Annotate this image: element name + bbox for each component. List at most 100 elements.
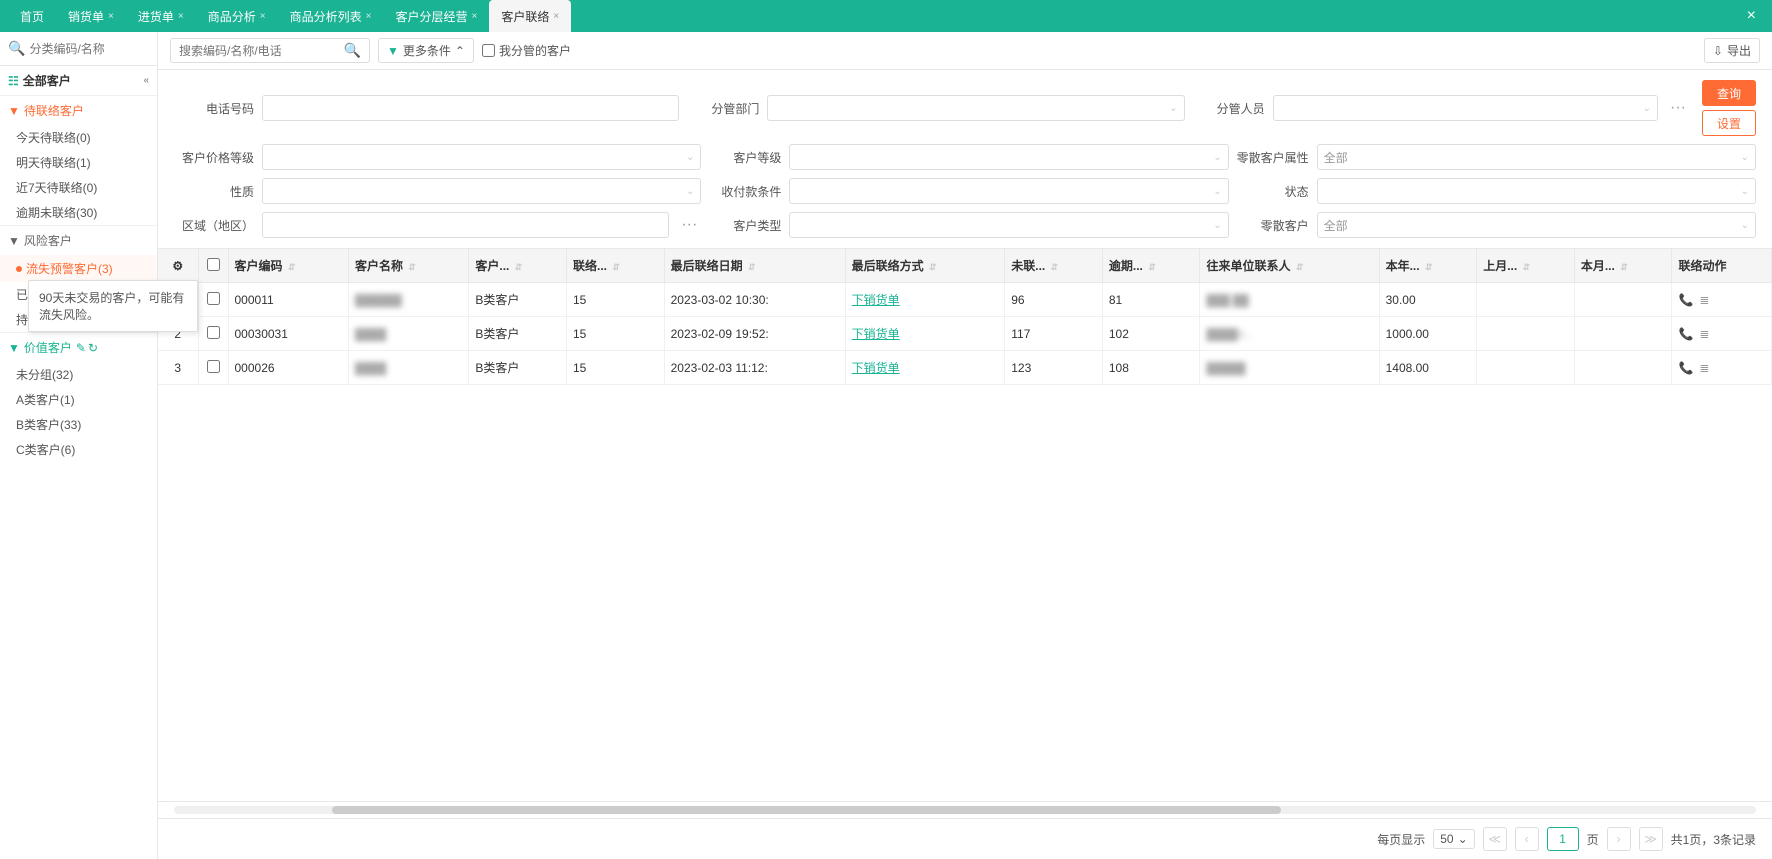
sort-icon[interactable]: ⇵ [288, 262, 296, 272]
last-method[interactable]: 下销货单 [845, 351, 1005, 385]
nav-tab-customer-contact[interactable]: 客户联络 × [489, 0, 571, 32]
nav-tab-analysis-list[interactable]: 商品分析列表 × [278, 0, 384, 32]
close-icon[interactable]: × [471, 11, 477, 22]
contact-icon[interactable]: 📞 [1678, 361, 1693, 375]
col-settings[interactable]: ⚙ [158, 249, 198, 283]
sort-icon[interactable]: ⇵ [1425, 262, 1433, 272]
last-method[interactable]: 下销货单 [845, 283, 1005, 317]
zero-customer-select[interactable]: 全部 ⌄ [1317, 212, 1756, 238]
nature-label: 性质 [174, 183, 254, 200]
row-checkbox-cell[interactable] [198, 351, 228, 385]
close-icon[interactable]: × [260, 11, 266, 22]
status-select[interactable]: ⌄ [1317, 178, 1756, 204]
sort-icon[interactable]: ⇵ [1148, 262, 1156, 272]
page-number-input[interactable] [1547, 827, 1579, 851]
next-page-button[interactable]: › [1607, 827, 1631, 851]
sidebar-item-tomorrow[interactable]: 明天待联络(1) [0, 150, 157, 175]
chevron-down-icon: ⌄ [686, 186, 694, 197]
price-grade-select[interactable]: ⌄ [262, 144, 701, 170]
sidebar-all-customers[interactable]: ☷ 全部客户 « [0, 66, 157, 96]
nav-tab-analysis[interactable]: 商品分析 × [196, 0, 278, 32]
contact-icon[interactable]: 📞 [1678, 327, 1693, 341]
first-page-button[interactable]: ≪ [1483, 827, 1507, 851]
dept-select[interactable]: ⌄ [767, 95, 1184, 121]
row-checkbox-cell[interactable] [198, 283, 228, 317]
nav-tab-customer-layer[interactable]: 客户分层经营 × [383, 0, 489, 32]
sort-icon[interactable]: ⇵ [1523, 262, 1531, 272]
customer-type-label: 客户类型 [701, 217, 781, 234]
sort-icon[interactable]: ⇵ [1051, 262, 1059, 272]
close-icon[interactable]: × [178, 11, 184, 22]
person-select[interactable]: ⌄ [1273, 95, 1658, 121]
sort-icon[interactable]: ⇵ [408, 262, 416, 272]
sidebar-item-today[interactable]: 今天待联络(0) [0, 125, 157, 150]
refresh-icon[interactable]: ↻ [88, 341, 98, 355]
this-month [1574, 283, 1672, 317]
horizontal-scrollbar[interactable] [158, 801, 1772, 818]
row-checkbox[interactable] [207, 292, 220, 305]
nature-select[interactable]: ⌄ [262, 178, 701, 204]
row-checkbox[interactable] [207, 326, 220, 339]
search-input[interactable] [179, 44, 344, 58]
search-button[interactable]: 🔍 [344, 42, 361, 59]
select-all-checkbox[interactable] [207, 258, 220, 271]
sort-icon[interactable]: ⇵ [748, 262, 756, 272]
my-customers-checkbox-label[interactable]: 我分管的客户 [482, 42, 571, 59]
customer-grade-select[interactable]: ⌄ [789, 144, 1228, 170]
row-checkbox[interactable] [207, 360, 220, 373]
zero-attr-select[interactable]: 全部 ⌄ [1317, 144, 1756, 170]
sidebar-item-a-class[interactable]: A类客户(1) [0, 387, 157, 412]
pagination: 每页显示 50 ⌄ ≪ ‹ 页 › ≫ 共1页，3条记录 [158, 818, 1772, 859]
page-size-select[interactable]: 50 ⌄ [1433, 829, 1474, 849]
more-filter-button[interactable]: ▼ 更多条件 ⌃ [378, 38, 474, 63]
sidebar-group-pending[interactable]: ▼ 待联络客户 [0, 96, 157, 125]
window-close-button[interactable]: × [1739, 7, 1764, 25]
sort-icon[interactable]: ⇵ [1620, 262, 1628, 272]
overdue: 102 [1102, 317, 1200, 351]
col-this-month: 本月... ⇵ [1574, 249, 1672, 283]
settings-button[interactable]: 设置 [1702, 110, 1756, 136]
row-checkbox-cell[interactable] [198, 317, 228, 351]
edit-icon[interactable]: ✎ [76, 341, 86, 355]
sidebar-item-overdue[interactable]: 逾期未联络(30) [0, 200, 157, 225]
scroll-track[interactable] [174, 806, 1756, 814]
sidebar-item-c-class[interactable]: C类客户(6) [0, 437, 157, 462]
customer-type-select[interactable]: ⌄ [789, 212, 1228, 238]
sidebar-group-value[interactable]: ▼ 价值客户 ✎ ↻ [0, 332, 157, 362]
more-button[interactable]: ··· [1666, 99, 1690, 117]
table-row: 1 000011 ██████ B类客户 15 2023-03-02 10:30… [158, 283, 1772, 317]
more-button[interactable]: ··· [677, 216, 701, 234]
col-check[interactable] [198, 249, 228, 283]
sort-icon[interactable]: ⇵ [1296, 262, 1304, 272]
prev-page-button[interactable]: ‹ [1515, 827, 1539, 851]
close-icon[interactable]: × [366, 11, 372, 22]
export-button[interactable]: ⇩ 导出 [1704, 38, 1760, 63]
my-customers-checkbox[interactable] [482, 44, 495, 57]
sort-icon[interactable]: ⇵ [515, 262, 523, 272]
contact-icon[interactable]: 📞 [1678, 293, 1693, 307]
scroll-thumb[interactable] [332, 806, 1281, 814]
phone-input[interactable] [262, 95, 679, 121]
nav-tab-purchase[interactable]: 进货单 × [126, 0, 196, 32]
nav-tab-home[interactable]: 首页 [8, 0, 56, 32]
more-action-icon[interactable]: ≣ [1699, 327, 1709, 341]
sidebar-item-7days[interactable]: 近7天待联络(0) [0, 175, 157, 200]
sidebar-item-b-class[interactable]: B类客户(33) [0, 412, 157, 437]
sidebar-group-risk[interactable]: ▼ 风险客户 [0, 225, 157, 255]
more-action-icon[interactable]: ≣ [1699, 293, 1709, 307]
more-action-icon[interactable]: ≣ [1699, 361, 1709, 375]
region-select[interactable] [262, 212, 669, 238]
close-icon[interactable]: × [108, 11, 114, 22]
sort-icon[interactable]: ⇵ [612, 262, 620, 272]
last-method[interactable]: 下销货单 [845, 317, 1005, 351]
sort-icon[interactable]: ⇵ [929, 262, 937, 272]
last-page-button[interactable]: ≫ [1639, 827, 1663, 851]
payment-select[interactable]: ⌄ [789, 178, 1228, 204]
close-icon[interactable]: × [553, 11, 559, 22]
customer-code: 00030031 [228, 317, 348, 351]
sidebar-item-ungrouped[interactable]: 未分组(32) [0, 362, 157, 387]
sidebar-search-input[interactable] [29, 42, 184, 56]
sidebar-item-churn-warning[interactable]: 流失预警客户(3) [0, 255, 157, 282]
nav-tab-sales[interactable]: 销货单 × [56, 0, 126, 32]
query-button[interactable]: 查询 [1702, 80, 1756, 106]
